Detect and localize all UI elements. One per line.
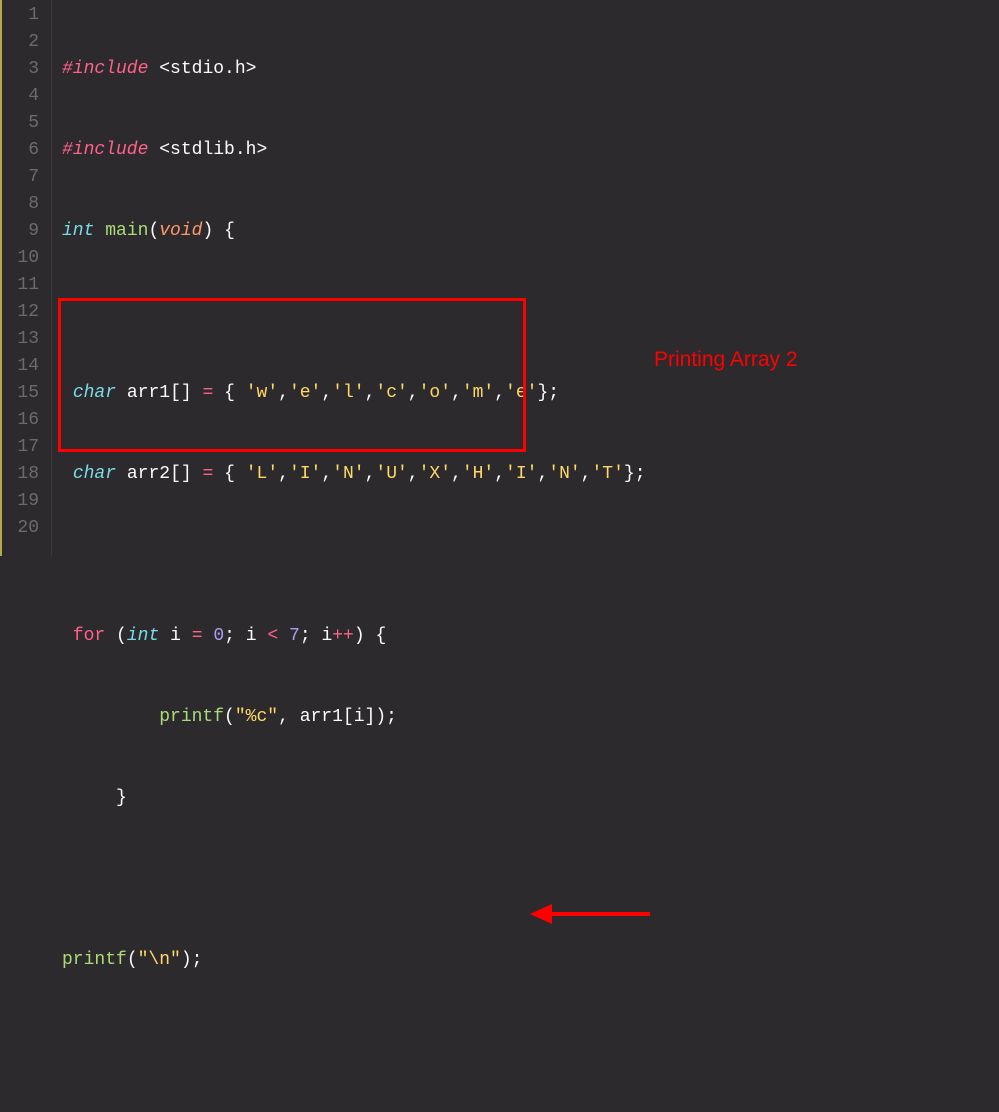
- code-line: }: [62, 785, 999, 812]
- line-number-gutter: 1 2 3 4 5 6 7 8 9 10 11 12 13 14 15 16 1…: [0, 0, 52, 556]
- function-call: printf: [159, 707, 224, 727]
- include-path: <stdlib.h>: [159, 140, 267, 160]
- code-area[interactable]: #include <stdio.h> #include <stdlib.h> i…: [52, 0, 999, 556]
- line-number: 17: [10, 434, 39, 461]
- keyword: for: [73, 626, 105, 646]
- code-line: int main(void) {: [62, 218, 999, 245]
- line-number: 15: [10, 380, 39, 407]
- code-line: char arr1[] = { 'w','e','l','c','o','m',…: [62, 380, 999, 407]
- line-number: 7: [10, 164, 39, 191]
- line-number: 3: [10, 56, 39, 83]
- code-line: [62, 299, 999, 326]
- param: void: [159, 221, 202, 241]
- line-number: 5: [10, 110, 39, 137]
- code-line: printf("%c", arr1[i]);: [62, 704, 999, 731]
- line-number: 11: [10, 272, 39, 299]
- line-number: 1: [10, 2, 39, 29]
- line-number: 6: [10, 137, 39, 164]
- code-editor: 1 2 3 4 5 6 7 8 9 10 11 12 13 14 15 16 1…: [0, 0, 999, 556]
- type-keyword: char: [73, 464, 116, 484]
- code-line: printf("\n");: [62, 947, 999, 974]
- line-number: 12: [10, 299, 39, 326]
- arrow-line-icon: [550, 912, 650, 916]
- code-line: [62, 866, 999, 893]
- code-line: #include <stdio.h>: [62, 56, 999, 83]
- preprocessor: #include: [62, 59, 148, 79]
- annotation-label: Printing Array 2: [654, 346, 798, 373]
- arrow-head-icon: [530, 904, 552, 924]
- line-number: 9: [10, 218, 39, 245]
- line-number: 4: [10, 83, 39, 110]
- code-line: char arr2[] = { 'L','I','N','U','X','H',…: [62, 461, 999, 488]
- preprocessor: #include: [62, 140, 148, 160]
- line-number: 16: [10, 407, 39, 434]
- type-keyword: char: [73, 383, 116, 403]
- function-call: printf: [62, 950, 127, 970]
- type-keyword: int: [62, 221, 94, 241]
- line-number: 18: [10, 461, 39, 488]
- line-number: 19: [10, 488, 39, 515]
- line-number: 14: [10, 353, 39, 380]
- line-number: 13: [10, 326, 39, 353]
- line-number: 20: [10, 515, 39, 542]
- include-path: <stdio.h>: [159, 59, 256, 79]
- line-number: 10: [10, 245, 39, 272]
- code-line: for (int i = 0; i < 9; i++) {: [62, 1109, 999, 1112]
- code-line: #include <stdlib.h>: [62, 137, 999, 164]
- function-name: main: [105, 221, 148, 241]
- line-number: 8: [10, 191, 39, 218]
- code-line: [62, 1028, 999, 1055]
- line-number: 2: [10, 29, 39, 56]
- code-line: for (int i = 0; i < 7; i++) {: [62, 623, 999, 650]
